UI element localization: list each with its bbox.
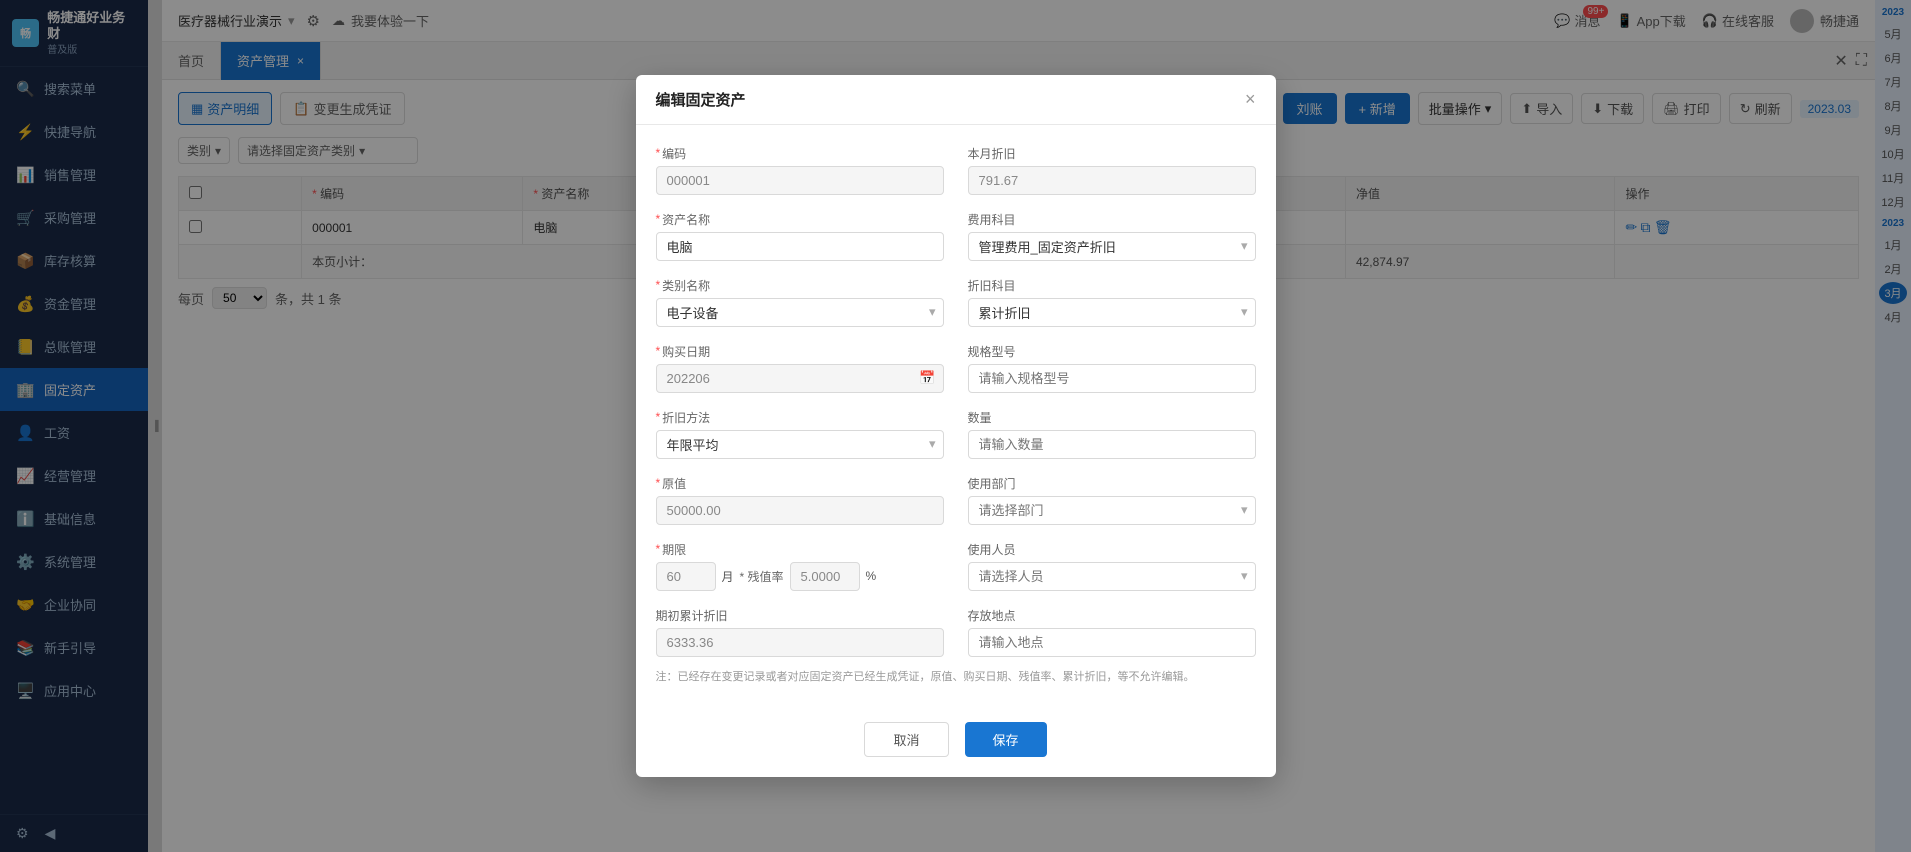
- model-label: 规格型号: [968, 343, 1256, 360]
- save-btn[interactable]: 保存: [965, 722, 1047, 757]
- field-dep-method: * 折旧方法 ▾: [656, 409, 944, 459]
- edit-asset-modal: 编辑固定资产 × * 编码 本月折旧: [636, 75, 1276, 778]
- period-input[interactable]: [656, 562, 716, 591]
- dep-subject-label: 折旧科目: [968, 277, 1256, 294]
- user-input[interactable]: [968, 562, 1256, 591]
- field-model: 规格型号: [968, 343, 1256, 393]
- dep-method-label: * 折旧方法: [656, 409, 944, 426]
- period-unit: 月: [722, 568, 734, 585]
- field-initial-dep: 期初累计折旧: [656, 607, 944, 657]
- field-period-residual: * 期限 月 * 残值率 %: [656, 541, 944, 591]
- dep-method-input[interactable]: [656, 430, 944, 459]
- department-select-wrap: ▾: [968, 496, 1256, 525]
- model-input[interactable]: [968, 364, 1256, 393]
- asset-name-input[interactable]: [656, 232, 944, 261]
- modal-note: 注：已经存在变更记录或者对应固定资产已经生成凭证，原值、购买日期、残值率、累计折…: [656, 657, 1256, 691]
- residual-rate-input[interactable]: [790, 562, 860, 591]
- modal-title: 编辑固定资产: [656, 89, 746, 110]
- quantity-label: 数量: [968, 409, 1256, 426]
- initial-dep-input[interactable]: [656, 628, 944, 657]
- dep-subject-input[interactable]: [968, 298, 1256, 327]
- modal-overlay: 编辑固定资产 × * 编码 本月折旧: [0, 0, 1911, 852]
- period-inline: 月 * 残值率 %: [656, 562, 944, 591]
- monthly-dep-label: 本月折旧: [968, 145, 1256, 162]
- field-quantity: 数量: [968, 409, 1256, 459]
- field-category: * 类别名称 ▾: [656, 277, 944, 327]
- asset-name-label: * 资产名称: [656, 211, 944, 228]
- user-field-label: 使用人员: [968, 541, 1256, 558]
- purchase-date-label: * 购买日期: [656, 343, 944, 360]
- modal-close-btn[interactable]: ×: [1245, 89, 1256, 110]
- original-value-label: * 原值: [656, 475, 944, 492]
- field-original-value: * 原值: [656, 475, 944, 525]
- field-user: 使用人员 ▾: [968, 541, 1256, 591]
- initial-dep-label: 期初累计折旧: [656, 607, 944, 624]
- field-expense-subject: 费用科目 ▾: [968, 211, 1256, 261]
- dep-method-select-wrap: ▾: [656, 430, 944, 459]
- field-asset-name: * 资产名称: [656, 211, 944, 261]
- residual-rate-unit: %: [866, 569, 877, 583]
- field-code: * 编码: [656, 145, 944, 195]
- field-monthly-dep: 本月折旧: [968, 145, 1256, 195]
- dep-subject-select-wrap: ▾: [968, 298, 1256, 327]
- field-purchase-date: * 购买日期 📅: [656, 343, 944, 393]
- modal-form-grid: * 编码 本月折旧 * 资产名称: [656, 145, 1256, 657]
- code-label: * 编码: [656, 145, 944, 162]
- location-label: 存放地点: [968, 607, 1256, 624]
- period-label: * 期限: [656, 541, 944, 558]
- monthly-dep-input: [968, 166, 1256, 195]
- purchase-date-wrap: 📅: [656, 364, 944, 393]
- field-dep-subject: 折旧科目 ▾: [968, 277, 1256, 327]
- department-label: 使用部门: [968, 475, 1256, 492]
- location-input[interactable]: [968, 628, 1256, 657]
- expense-subject-input[interactable]: [968, 232, 1256, 261]
- expense-subject-label: 费用科目: [968, 211, 1256, 228]
- original-value-input[interactable]: [656, 496, 944, 525]
- quantity-input[interactable]: [968, 430, 1256, 459]
- category-label: * 类别名称: [656, 277, 944, 294]
- residual-rate-label: * 残值率: [740, 568, 784, 585]
- department-input[interactable]: [968, 496, 1256, 525]
- purchase-date-input[interactable]: [656, 364, 944, 393]
- field-location: 存放地点: [968, 607, 1256, 657]
- user-select-wrap: ▾: [968, 562, 1256, 591]
- code-input[interactable]: [656, 166, 944, 195]
- cancel-btn[interactable]: 取消: [864, 722, 948, 757]
- modal-footer: 取消 保存: [636, 710, 1276, 777]
- modal-header: 编辑固定资产 ×: [636, 75, 1276, 125]
- category-input[interactable]: [656, 298, 944, 327]
- modal-body: * 编码 本月折旧 * 资产名称: [636, 125, 1276, 711]
- category-select-wrap: ▾: [656, 298, 944, 327]
- field-department: 使用部门 ▾: [968, 475, 1256, 525]
- expense-subject-select-wrap: ▾: [968, 232, 1256, 261]
